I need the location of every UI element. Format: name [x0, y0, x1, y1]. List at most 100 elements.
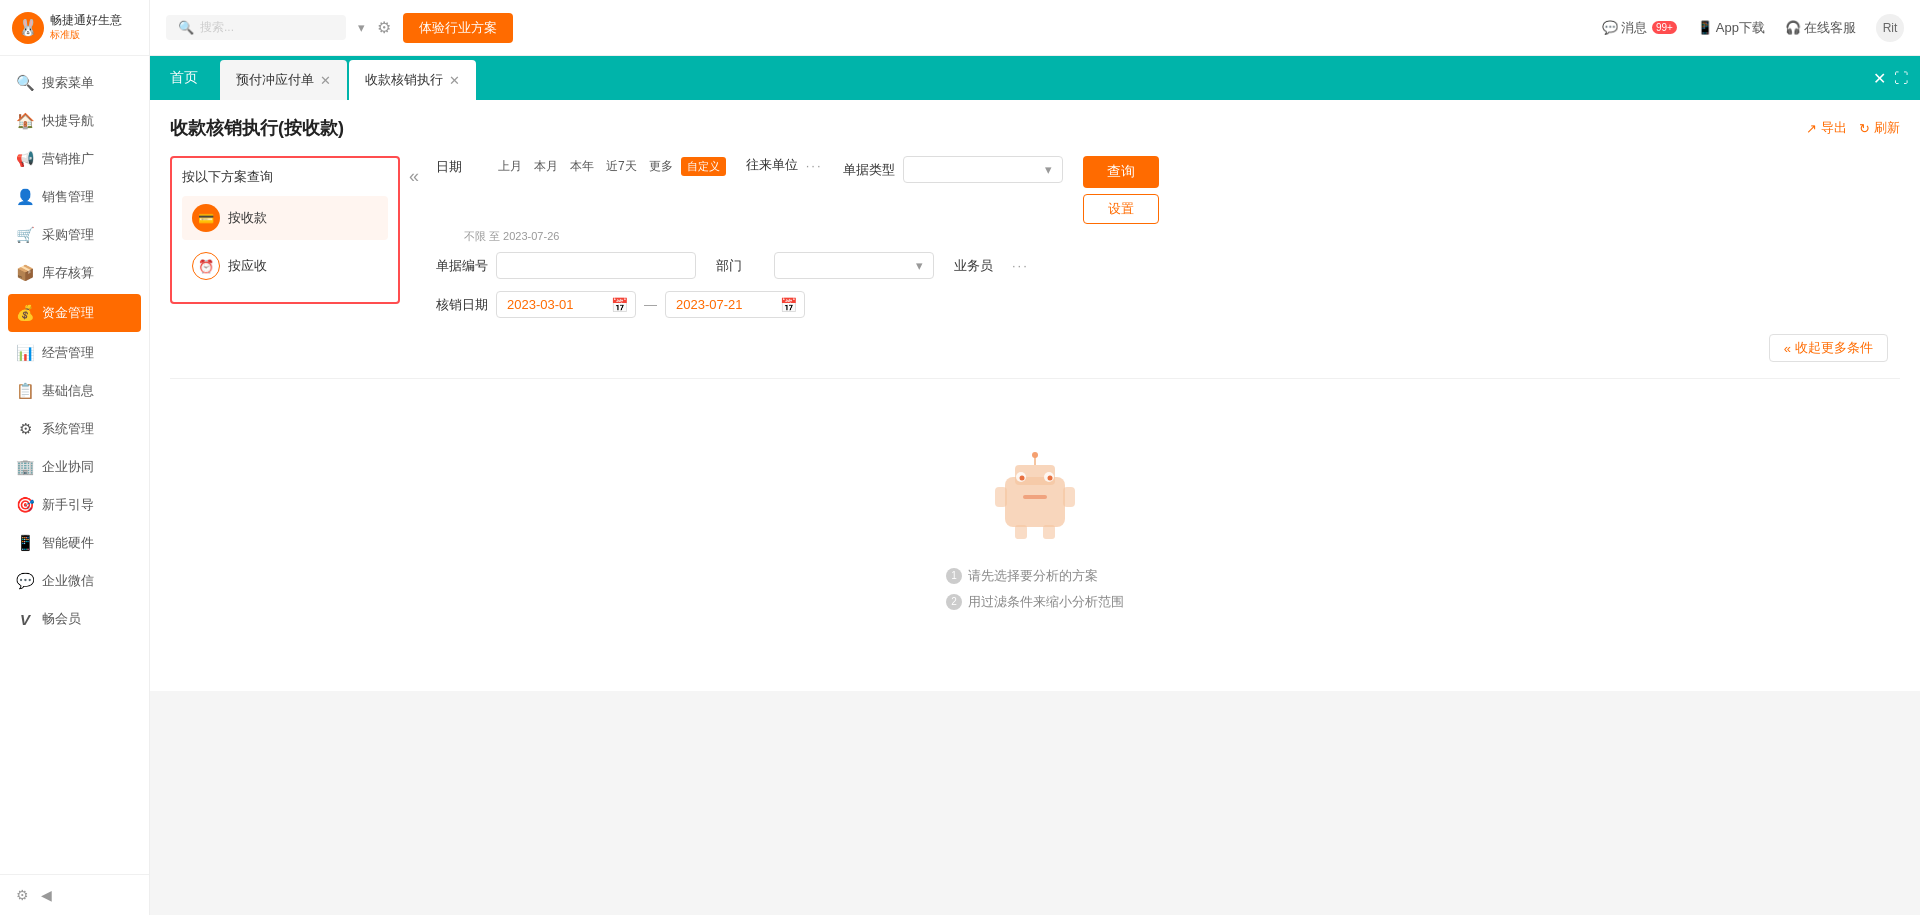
setting-button[interactable]: 设置	[1083, 194, 1159, 224]
tab-close-all-icon[interactable]: ✕	[1873, 69, 1886, 88]
export-label: 导出	[1821, 119, 1847, 137]
message-badge: 99+	[1652, 21, 1677, 34]
sidebar-item-sales[interactable]: 👤 销售管理	[0, 178, 149, 216]
search-box[interactable]: 🔍 搜索...	[166, 15, 346, 40]
member-icon: V	[16, 611, 34, 628]
doc-number-input[interactable]	[496, 252, 696, 279]
date-range-dash: —	[644, 297, 657, 312]
tip-row-2: 2 用过滤条件来缩小分析范围	[946, 589, 1124, 615]
header-dropdown-icon[interactable]: ▾	[358, 20, 365, 35]
sidebar-item-finance[interactable]: 💰 资金管理	[8, 294, 141, 332]
sidebar-label-enterprise: 企业协同	[42, 458, 94, 476]
sidebar-item-enterprise[interactable]: 🏢 企业协同	[0, 448, 149, 486]
staff-field: 业务员 ···	[954, 257, 1029, 275]
quick-nav-icon: 🏠	[16, 112, 34, 130]
tab-receipts-label: 收款核销执行	[365, 71, 443, 89]
industry-plan-button[interactable]: 体验行业方案	[403, 13, 513, 43]
message-icon: 💬	[1602, 20, 1618, 35]
filter-collapse-btn[interactable]: «	[404, 166, 424, 187]
settings-footer-icon[interactable]: ⚙	[16, 887, 29, 903]
query-button[interactable]: 查询	[1083, 156, 1159, 188]
sidebar-item-purchase[interactable]: 🛒 采购管理	[0, 216, 149, 254]
svg-point-7	[1048, 476, 1053, 481]
header-gear-icon[interactable]: ⚙	[377, 18, 391, 37]
sidebar-item-hardware[interactable]: 📱 智能硬件	[0, 524, 149, 562]
content-divider	[170, 378, 1900, 379]
collapse-sidebar-icon[interactable]: ◀	[41, 887, 52, 903]
tab-receipts[interactable]: 收款核销执行 ✕	[349, 60, 476, 100]
counterparty-input[interactable]: ···	[806, 158, 823, 173]
sidebar-item-basic-info[interactable]: 📋 基础信息	[0, 372, 149, 410]
tab-receipts-close[interactable]: ✕	[449, 73, 460, 88]
collapse-more-button[interactable]: « 收起更多条件	[1769, 334, 1888, 362]
search-icon: 🔍	[178, 20, 194, 35]
svg-rect-11	[1015, 525, 1027, 539]
sidebar-label-marketing: 营销推广	[42, 150, 94, 168]
svg-rect-9	[995, 487, 1007, 507]
tip-text-2: 用过滤条件来缩小分析范围	[968, 589, 1124, 615]
sidebar-item-guide[interactable]: 🎯 新手引导	[0, 486, 149, 524]
sidebar-item-inventory[interactable]: 📦 库存核算	[0, 254, 149, 292]
department-select[interactable]: ▾	[774, 252, 934, 279]
department-label: 部门	[716, 257, 766, 275]
dept-chevron: ▾	[916, 258, 923, 273]
svg-point-3	[1032, 452, 1038, 458]
sidebar-item-wechat[interactable]: 💬 企业微信	[0, 562, 149, 600]
svg-rect-10	[1063, 487, 1075, 507]
doc-type-select[interactable]: ▾	[903, 156, 1063, 183]
collapse-more-label: 收起更多条件	[1795, 339, 1873, 357]
sidebar-item-search-menu[interactable]: 🔍 搜索菜单	[0, 64, 149, 102]
tab-prepay-close[interactable]: ✕	[320, 73, 331, 88]
finance-icon: 💰	[16, 304, 34, 322]
tab-home[interactable]: 首页	[150, 56, 218, 100]
date-options: 上月 本月 本年 近7天 更多 自定义	[494, 156, 726, 177]
writeoff-end-calendar-icon[interactable]: 📅	[780, 297, 797, 313]
logo-icon: 🐰	[12, 12, 44, 44]
sidebar-label-basic-info: 基础信息	[42, 382, 94, 400]
sidebar-label-sales: 销售管理	[42, 188, 94, 206]
user-avatar[interactable]: Rit	[1876, 14, 1904, 42]
staff-input[interactable]: ···	[1012, 258, 1029, 273]
sidebar-item-operations[interactable]: 📊 经营管理	[0, 334, 149, 372]
logo-sub: 标准版	[50, 28, 122, 42]
doc-number-field: 单据编号	[436, 252, 696, 279]
date-7days[interactable]: 近7天	[602, 156, 641, 177]
date-custom[interactable]: 自定义	[681, 157, 726, 176]
doc-type-label: 单据类型	[843, 161, 895, 179]
sidebar-item-marketing[interactable]: 📢 营销推广	[0, 140, 149, 178]
logo-area: 🐰 畅捷通好生意 标准版	[0, 0, 149, 56]
top-header: 🔍 搜索... ▾ ⚙ 体验行业方案 💬 消息 99+ 📱 App下载 🎧 在线…	[150, 0, 1920, 56]
sidebar-label-operations: 经营管理	[42, 344, 94, 362]
date-this-month[interactable]: 本月	[530, 156, 562, 177]
app-download[interactable]: 📱 App下载	[1697, 19, 1765, 37]
date-hint-area: 不限 至 2023-07-26	[464, 228, 1888, 244]
sidebar-label-purchase: 采购管理	[42, 226, 94, 244]
tab-prepay[interactable]: 预付冲应付单 ✕	[220, 60, 347, 100]
by-receivable-label: 按应收	[228, 257, 267, 275]
date-more[interactable]: 更多	[645, 156, 677, 177]
writeoff-start-wrap: 📅	[496, 291, 636, 318]
purchase-icon: 🛒	[16, 226, 34, 244]
refresh-button[interactable]: ↻ 刷新	[1859, 119, 1900, 137]
message-icon-area[interactable]: 💬 消息 99+	[1602, 19, 1677, 37]
export-button[interactable]: ↗ 导出	[1806, 119, 1847, 137]
sidebar-item-system[interactable]: ⚙ 系统管理	[0, 410, 149, 448]
empty-illustration	[985, 447, 1085, 547]
sidebar-item-member[interactable]: V 畅会员	[0, 600, 149, 638]
logo-name: 畅捷通好生意	[50, 13, 122, 29]
doc-number-label: 单据编号	[436, 257, 488, 275]
date-hint: 不限 至 2023-07-26	[464, 230, 559, 242]
tab-expand-icon[interactable]: ⛶	[1894, 70, 1908, 86]
writeoff-start-calendar-icon[interactable]: 📅	[611, 297, 628, 313]
filter-option-by-receipt[interactable]: 💳 按收款	[182, 196, 388, 240]
message-label: 消息	[1621, 19, 1647, 37]
sidebar-item-quick-nav[interactable]: 🏠 快捷导航	[0, 102, 149, 140]
page-inner: 收款核销执行(按收款) ↗ 导出 ↻ 刷新 按以下方案查询	[150, 100, 1920, 691]
main-area: 🔍 搜索... ▾ ⚙ 体验行业方案 💬 消息 99+ 📱 App下载 🎧 在线…	[150, 0, 1920, 915]
online-service[interactable]: 🎧 在线客服	[1785, 19, 1856, 37]
date-last-month[interactable]: 上月	[494, 156, 526, 177]
inventory-icon: 📦	[16, 264, 34, 282]
tab-prepay-label: 预付冲应付单	[236, 71, 314, 89]
date-this-year[interactable]: 本年	[566, 156, 598, 177]
filter-option-by-receivable[interactable]: ⏰ 按应收	[182, 244, 388, 288]
